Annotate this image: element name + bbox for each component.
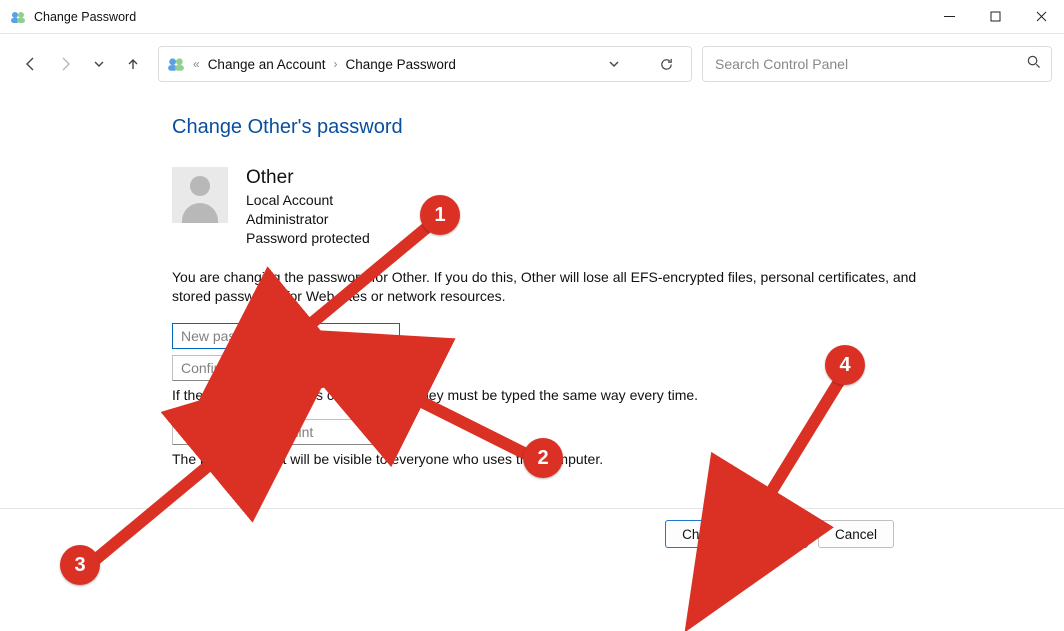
new-password-field[interactable] (172, 323, 400, 349)
breadcrumb[interactable]: « Change an Account › Change Password (158, 46, 692, 82)
avatar (172, 167, 228, 223)
breadcrumb-item-change-password[interactable]: Change Password (346, 57, 456, 72)
footer-separator (0, 508, 1064, 509)
search-box[interactable] (702, 46, 1052, 82)
password-hint-input[interactable] (179, 423, 393, 441)
cancel-button[interactable]: Cancel (818, 520, 894, 548)
account-protection: Password protected (246, 229, 370, 248)
titlebar: Change Password (0, 0, 1064, 34)
content-area: Change Other's password Other Local Acco… (0, 94, 1064, 467)
annotation-bubble-1: 1 (420, 195, 460, 235)
account-name: Other (246, 167, 370, 189)
nav-forward-button[interactable] (48, 44, 82, 84)
minimize-button[interactable] (926, 0, 972, 34)
nav-recent-dropdown[interactable] (82, 44, 116, 84)
footer-buttons: Change password Cancel (665, 520, 894, 548)
chevron-right-icon: › (334, 57, 338, 71)
account-role: Administrator (246, 210, 370, 229)
confirm-password-field[interactable] (172, 355, 400, 381)
refresh-button[interactable] (649, 47, 683, 81)
account-summary: Other Local Account Administrator Passwo… (172, 167, 932, 248)
toolbar: « Change an Account › Change Password (0, 34, 1064, 94)
window-title: Change Password (34, 10, 136, 24)
warning-text: You are changing the password for Other.… (172, 268, 932, 306)
caps-lock-note: If the password contains capital letters… (172, 387, 932, 403)
breadcrumb-item-change-account[interactable]: Change an Account (208, 57, 326, 72)
maximize-button[interactable] (972, 0, 1018, 34)
breadcrumb-overflow-icon[interactable]: « (193, 57, 200, 71)
page-title: Change Other's password (172, 116, 932, 139)
annotation-bubble-4: 4 (825, 345, 865, 385)
nav-up-button[interactable] (116, 44, 150, 84)
new-password-input[interactable] (179, 327, 393, 345)
search-input[interactable] (713, 55, 1026, 73)
annotation-bubble-2: 2 (523, 438, 563, 478)
account-type: Local Account (246, 191, 370, 210)
password-hint-field[interactable] (172, 419, 400, 445)
nav-back-button[interactable] (14, 44, 48, 84)
users-app-icon (10, 9, 26, 25)
annotation-bubble-3: 3 (60, 545, 100, 585)
users-breadcrumb-icon (167, 55, 185, 73)
close-button[interactable] (1018, 0, 1064, 34)
breadcrumb-dropdown-button[interactable] (597, 47, 631, 81)
confirm-password-input[interactable] (179, 359, 393, 377)
search-icon[interactable] (1026, 54, 1041, 74)
change-password-button[interactable]: Change password (665, 520, 808, 548)
